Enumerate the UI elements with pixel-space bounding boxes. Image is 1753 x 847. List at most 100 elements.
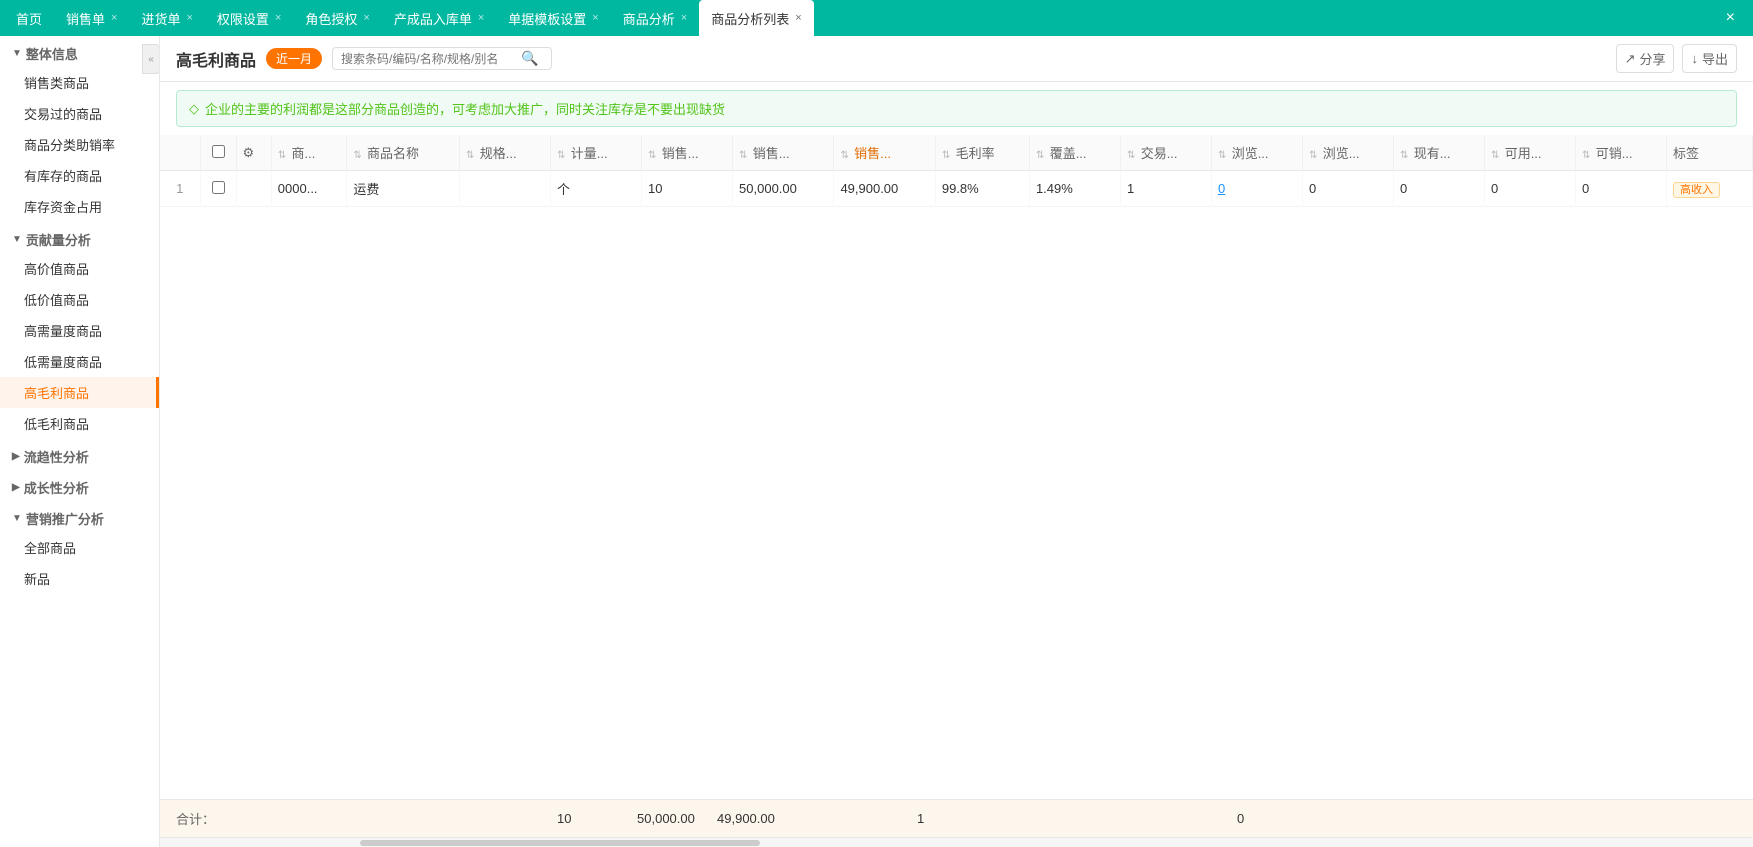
col-header-sales-profit[interactable]: ⇅ 销售... <box>834 135 935 171</box>
nav-product-analysis-list[interactable]: 商品分析列表 × <box>699 0 813 36</box>
sidebar-group-growth[interactable]: ▶ 成长性分析 <box>0 470 159 501</box>
window-close-button[interactable]: × <box>1712 0 1749 36</box>
share-button[interactable]: ↗ 分享 <box>1616 44 1675 73</box>
cell-sales-profit: 49,900.00 <box>834 171 935 207</box>
col-header-coverage[interactable]: ⇅ 覆盖... <box>1029 135 1120 171</box>
sort-icon-sales-profit: ⇅ <box>840 150 848 161</box>
sort-icon-browse2: ⇅ <box>1309 150 1317 161</box>
sidebar-item-sales-goods[interactable]: 销售类商品 <box>0 67 159 98</box>
col-header-settings[interactable]: ⚙ <box>236 135 271 171</box>
arrow-marketing: ▼ <box>12 513 22 524</box>
close-template-settings[interactable]: × <box>592 12 598 24</box>
content-header: 高毛利商品 近一月 🔍 ↗ 分享 ↓ 导出 <box>160 36 1753 82</box>
export-button[interactable]: ↓ 导出 <box>1682 44 1737 73</box>
footer-coverage-empty <box>851 811 911 826</box>
scrollbar-thumb[interactable] <box>360 840 760 846</box>
col-header-current-stock[interactable]: ⇅ 现有... <box>1393 135 1484 171</box>
footer-browse1 <box>991 811 1071 826</box>
nav-template-settings[interactable]: 单据模板设置 × <box>496 0 610 36</box>
nav-product-inbound[interactable]: 产成品入库单 × <box>382 0 496 36</box>
footer-sellable-empty <box>1311 811 1391 826</box>
col-header-sales-qty[interactable]: ⇅ 销售... <box>642 135 733 171</box>
col-header-available[interactable]: ⇅ 可用... <box>1484 135 1575 171</box>
footer-sales-qty: 10 <box>551 811 631 826</box>
sort-icon-sellable: ⇅ <box>1582 150 1590 161</box>
col-header-spec[interactable]: ⇅ 规格... <box>460 135 551 171</box>
sort-icon-trade: ⇅ <box>1127 150 1135 161</box>
cell-browse1[interactable]: 0 <box>1211 171 1302 207</box>
sidebar-item-category-rate[interactable]: 商品分类助销率 <box>0 129 159 160</box>
cell-sellable: 0 <box>1575 171 1666 207</box>
search-box: 🔍 <box>332 47 552 70</box>
sidebar-item-all-goods[interactable]: 全部商品 <box>0 532 159 563</box>
col-header-check[interactable] <box>200 135 236 171</box>
info-banner: ◇ 企业的主要的利润都是这部分商品创造的，可考虑加大推广，同时关注库存是不要出现… <box>176 90 1737 127</box>
sidebar: « ▼ 整体信息 销售类商品 交易过的商品 商品分类助销率 有库存的商品 库存资… <box>0 36 160 847</box>
close-product-analysis[interactable]: × <box>681 12 687 24</box>
nav-home[interactable]: 首页 <box>4 0 54 36</box>
sidebar-group-marketing[interactable]: ▼ 营销推广分析 <box>0 501 159 532</box>
sidebar-item-stocked-goods[interactable]: 有库存的商品 <box>0 160 159 191</box>
sidebar-item-new-goods[interactable]: 新品 <box>0 563 159 594</box>
col-header-unit[interactable]: ⇅ 计量... <box>551 135 642 171</box>
sidebar-collapse-button[interactable]: « <box>142 44 160 74</box>
close-purchase-order[interactable]: × <box>186 12 192 24</box>
search-icon[interactable]: 🔍 <box>521 50 538 67</box>
sort-icon-name: ⇅ <box>353 150 361 161</box>
arrow-growth: ▶ <box>12 482 20 493</box>
data-table: ⚙ ⇅ 商... ⇅ 商品名称 ⇅ 规格... <box>160 135 1753 207</box>
sidebar-item-high-value[interactable]: 高价值商品 <box>0 253 159 284</box>
cell-trade: 1 <box>1120 171 1211 207</box>
arrow-trend: ▶ <box>12 451 20 462</box>
col-header-name[interactable]: ⇅ 商品名称 <box>347 135 460 171</box>
sidebar-item-traded-goods[interactable]: 交易过的商品 <box>0 98 159 129</box>
horizontal-scrollbar[interactable] <box>160 837 1753 847</box>
col-header-trade[interactable]: ⇅ 交易... <box>1120 135 1211 171</box>
sidebar-item-high-demand[interactable]: 高需量度商品 <box>0 315 159 346</box>
select-all-checkbox[interactable] <box>212 145 225 158</box>
cell-check[interactable] <box>200 171 236 207</box>
table-header-row: ⚙ ⇅ 商... ⇅ 商品名称 ⇅ 规格... <box>160 135 1753 171</box>
col-header-browse2[interactable]: ⇅ 浏览... <box>1302 135 1393 171</box>
footer-cells: 10 50,000.00 49,900.00 1 0 <box>231 811 1737 826</box>
close-role-auth[interactable]: × <box>363 12 369 24</box>
sidebar-group-overall[interactable]: ▼ 整体信息 <box>0 36 159 67</box>
sort-icon-gross-margin: ⇅ <box>942 150 950 161</box>
sidebar-item-low-margin[interactable]: 低毛利商品 <box>0 408 159 439</box>
footer-sales-profit: 49,900.00 <box>711 811 791 826</box>
col-header-tag[interactable]: 标签 <box>1666 135 1752 171</box>
cell-tag: 高收入 <box>1666 171 1752 207</box>
col-header-gross-margin[interactable]: ⇅ 毛利率 <box>935 135 1029 171</box>
nav-role-auth[interactable]: 角色授权 × <box>293 0 381 36</box>
sidebar-group-contribution[interactable]: ▼ 贡献量分析 <box>0 222 159 253</box>
footer-current-stock-empty <box>1151 811 1231 826</box>
sidebar-item-stock-capital[interactable]: 库存资金占用 <box>0 191 159 222</box>
nav-permission-settings[interactable]: 权限设置 × <box>205 0 293 36</box>
sidebar-item-high-margin[interactable]: 高毛利商品 <box>0 377 159 408</box>
cell-sales-qty: 10 <box>642 171 733 207</box>
col-header-sales-amount[interactable]: ⇅ 销售... <box>733 135 834 171</box>
sidebar-group-trend[interactable]: ▶ 流趋性分析 <box>0 439 159 470</box>
page-title: 高毛利商品 <box>176 47 256 71</box>
close-product-inbound[interactable]: × <box>478 12 484 24</box>
col-header-browse1[interactable]: ⇅ 浏览... <box>1211 135 1302 171</box>
sort-icon-coverage: ⇅ <box>1036 150 1044 161</box>
cell-unit: 个 <box>551 171 642 207</box>
nav-sales-order[interactable]: 销售单 × <box>54 0 129 36</box>
sidebar-item-low-demand[interactable]: 低需量度商品 <box>0 346 159 377</box>
info-icon: ◇ <box>189 101 199 117</box>
col-header-code[interactable]: ⇅ 商... <box>271 135 347 171</box>
close-permission-settings[interactable]: × <box>275 12 281 24</box>
filter-recent-month-button[interactable]: 近一月 <box>266 48 322 69</box>
row-checkbox[interactable] <box>212 181 225 194</box>
nav-purchase-order[interactable]: 进货单 × <box>129 0 204 36</box>
close-sales-order[interactable]: × <box>111 12 117 24</box>
arrow-contribution: ▼ <box>12 234 22 245</box>
col-header-index <box>160 135 200 171</box>
sidebar-item-low-value[interactable]: 低价值商品 <box>0 284 159 315</box>
nav-product-analysis[interactable]: 商品分析 × <box>611 0 699 36</box>
close-product-analysis-list[interactable]: × <box>795 12 801 24</box>
search-input[interactable] <box>341 52 521 66</box>
col-header-sellable[interactable]: ⇅ 可销... <box>1575 135 1666 171</box>
settings-icon[interactable]: ⚙ <box>243 145 255 160</box>
